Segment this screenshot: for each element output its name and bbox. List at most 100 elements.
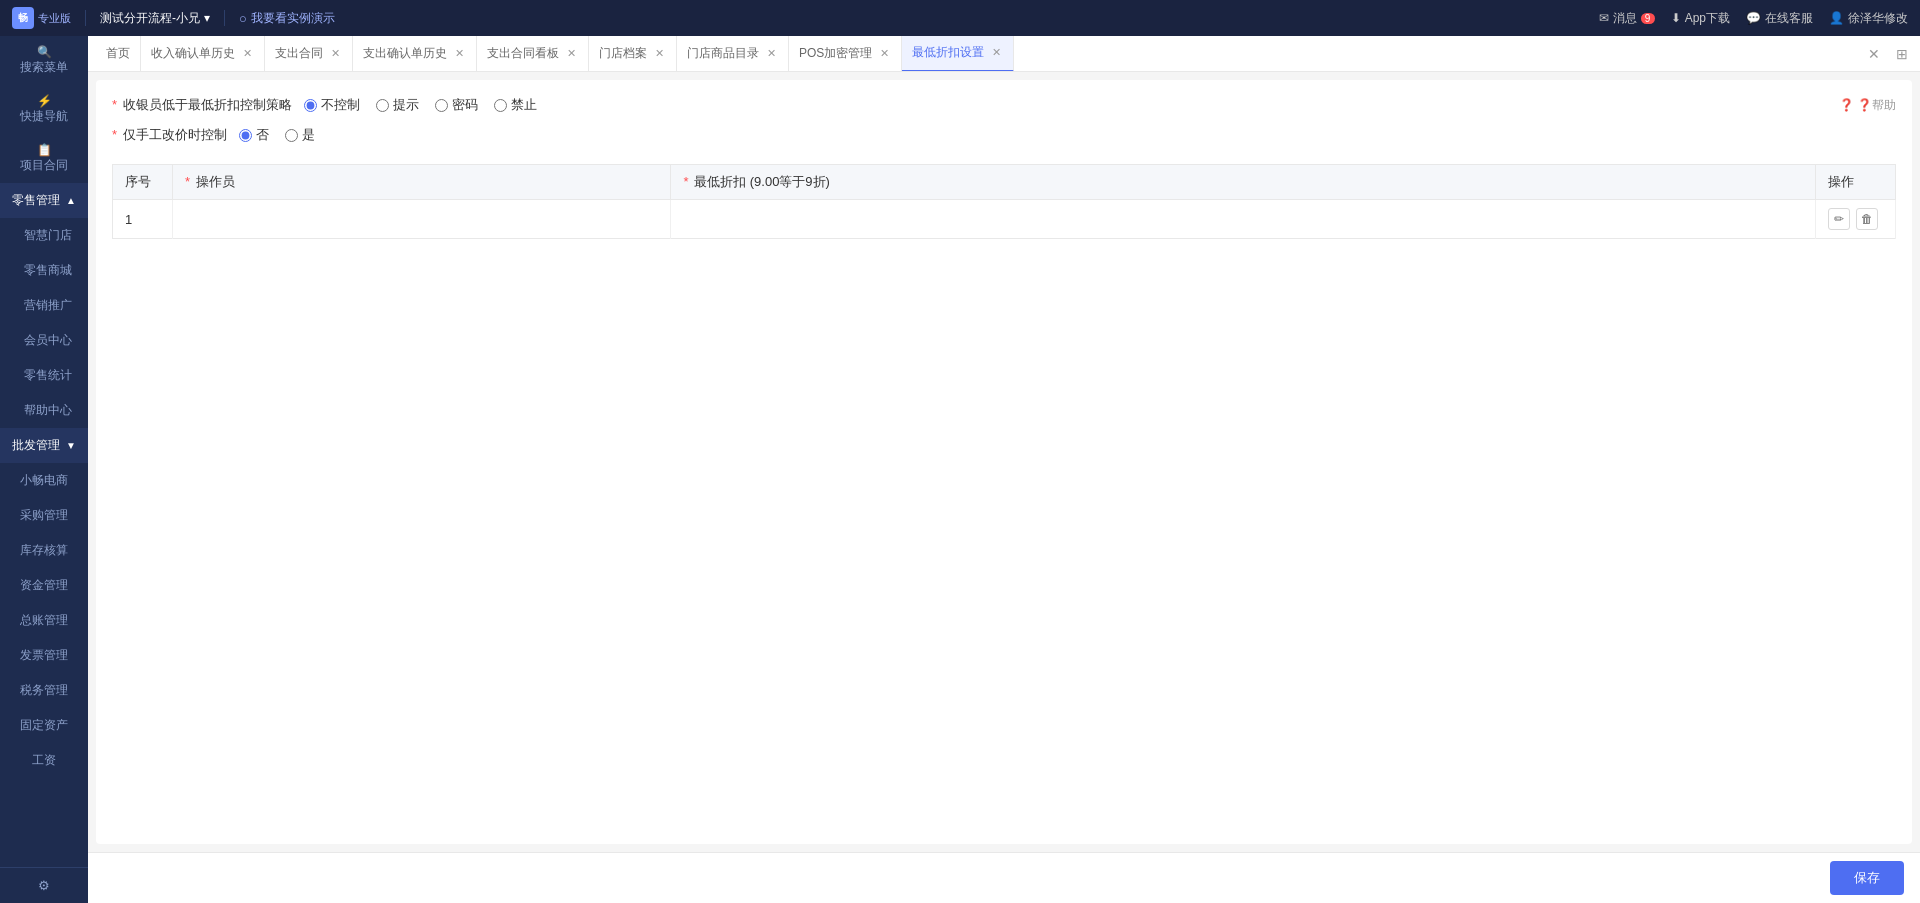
sidebar-item-project-contract[interactable]: 📋 项目合同 [0,134,88,183]
col-min-discount: * 最低折扣 (9.00等于9折) [671,165,1816,200]
strategy-radio-forbid[interactable] [494,99,507,112]
strategy-label: * 收银员低于最低折扣控制策略 [112,96,292,114]
settings-button[interactable]: ⚙ [0,868,88,903]
tab-store-catalog-close[interactable]: ✕ [765,46,778,61]
sidebar-item-marketing[interactable]: 营销推广 [0,288,88,323]
tab-income-history-label: 收入确认单历史 [151,45,235,62]
sidebar-item-batch-mgmt[interactable]: 批发管理 ▼ [0,428,88,463]
strategy-row: * 收银员低于最低折扣控制策略 不控制 提示 [112,96,1896,114]
tab-store-file[interactable]: 门店档案 ✕ [589,36,677,72]
tab-pos-manage[interactable]: POS加密管理 ✕ [789,36,902,72]
sidebar-item-member-center[interactable]: 会员中心 [0,323,88,358]
page-footer: 保存 [88,852,1920,903]
table-container: 序号 * 操作员 * 最低折扣 (9.00等于9折) [112,156,1896,239]
sidebar-item-fixed-assets[interactable]: 固定资产 [0,708,88,743]
manual-row: * 仅手工改价时控制 否 是 [112,126,1896,144]
sidebar-label-retail: 零售管理 [12,192,60,209]
tab-close-button[interactable]: ✕ [1864,44,1884,64]
tab-payment-board-label: 支出合同看板 [487,45,559,62]
tab-min-discount[interactable]: 最低折扣设置 ✕ [902,36,1014,72]
help-link[interactable]: ❓ ❓帮助 [1839,97,1896,114]
manual-option-no[interactable]: 否 [239,126,269,144]
tab-income-history[interactable]: 收入确认单历史 ✕ [141,36,265,72]
app-download-button[interactable]: ⬇ App下载 [1671,10,1730,27]
tab-store-file-label: 门店档案 [599,45,647,62]
user-profile-button[interactable]: 👤 徐泽华修改 [1829,10,1908,27]
sidebar-item-accounting[interactable]: 总账管理 [0,603,88,638]
strategy-radio-remind[interactable] [376,99,389,112]
strategy-radio-password[interactable] [435,99,448,112]
tab-payment-contract-close[interactable]: ✕ [329,46,342,61]
tab-payment-contract[interactable]: 支出合同 ✕ [265,36,353,72]
tab-income-history-close[interactable]: ✕ [241,46,254,61]
sidebar-item-inventory[interactable]: 库存核算 [0,533,88,568]
strategy-option-remind[interactable]: 提示 [376,96,419,114]
sidebar-label-marketing: 营销推广 [16,297,80,314]
sidebar-label-accounting: 总账管理 [8,612,80,629]
cell-min-discount [671,200,1816,239]
sidebar-item-finance[interactable]: 资金管理 [0,568,88,603]
logo-text: 专业版 [38,11,71,26]
sidebar-item-salary[interactable]: 工资 [0,743,88,778]
sidebar-item-quick-nav[interactable]: ⚡ 快捷导航 [0,85,88,134]
sidebar-item-retail-mall[interactable]: 零售商城 [0,253,88,288]
save-button[interactable]: 保存 [1830,861,1904,895]
strategy-password-label: 密码 [452,96,478,114]
tab-min-discount-close[interactable]: ✕ [990,45,1003,60]
quicknav-icon: ⚡ [8,94,80,108]
tab-store-file-close[interactable]: ✕ [653,46,666,61]
strategy-radio-no-control[interactable] [304,99,317,112]
sidebar-label-batch: 批发管理 [12,437,60,454]
tab-payment-board[interactable]: 支出合同看板 ✕ [477,36,589,72]
strategy-radio-group: 不控制 提示 密码 禁 [304,96,537,114]
table-body: 1 ✏ 🗑 [113,200,1896,239]
message-icon: ✉ [1599,11,1609,25]
manual-option-yes[interactable]: 是 [285,126,315,144]
strategy-option-no-control[interactable]: 不控制 [304,96,360,114]
tab-store-catalog-label: 门店商品目录 [687,45,759,62]
tab-min-discount-label: 最低折扣设置 [912,44,984,61]
tab-bar: 首页 收入确认单历史 ✕ 支出合同 ✕ 支出确认单历史 ✕ 支出合同看板 ✕ 门… [88,36,1920,72]
sidebar-label-fixed-assets: 固定资产 [8,717,80,734]
messages-badge: 9 [1641,13,1655,24]
strategy-remind-label: 提示 [393,96,419,114]
sidebar-item-help-center[interactable]: 帮助中心 [0,393,88,428]
sidebar-label-retail-mall: 零售商城 [16,262,80,279]
sidebar-item-invoice[interactable]: 发票管理 [0,638,88,673]
tab-pos-manage-label: POS加密管理 [799,45,872,62]
edit-button[interactable]: ✏ [1828,208,1850,230]
tab-payment-history-close[interactable]: ✕ [453,46,466,61]
sidebar-item-purchase-mgmt[interactable]: 采购管理 [0,498,88,533]
sidebar-item-retail-mgmt[interactable]: 零售管理 ▲ [0,183,88,218]
sidebar-item-ecommerce[interactable]: 小畅电商 [0,463,88,498]
sidebar-item-tax[interactable]: 税务管理 [0,673,88,708]
page-content: * 收银员低于最低折扣控制策略 不控制 提示 [96,80,1912,844]
tab-payment-board-close[interactable]: ✕ [565,46,578,61]
sidebar-item-smart-store[interactable]: 智慧门店 [0,218,88,253]
form-section: * 收银员低于最低折扣控制策略 不控制 提示 [112,96,1896,144]
tab-actions: ✕ ⊞ [1864,44,1912,64]
search-icon: 🔍 [8,45,80,59]
tab-home[interactable]: 首页 [96,36,141,72]
strategy-option-forbid[interactable]: 禁止 [494,96,537,114]
cell-actions: ✏ 🗑 [1816,200,1896,239]
tab-payment-history[interactable]: 支出确认单历史 ✕ [353,36,477,72]
delete-button[interactable]: 🗑 [1856,208,1878,230]
cell-seq: 1 [113,200,173,239]
messages-button[interactable]: ✉ 消息 9 [1599,10,1655,27]
strategy-option-password[interactable]: 密码 [435,96,478,114]
manual-radio-yes[interactable] [285,129,298,142]
sidebar: 🔍 搜索菜单 ⚡ 快捷导航 📋 项目合同 零售管理 ▲ 智慧门店 零售商城 营销… [0,36,88,903]
tab-store-catalog[interactable]: 门店商品目录 ✕ [677,36,789,72]
help-icon: ❓ [1839,98,1854,112]
tab-pos-manage-close[interactable]: ✕ [878,46,891,61]
sidebar-item-retail-stats[interactable]: 零售统计 [0,358,88,393]
demo-link[interactable]: ○ 我要看实例演示 [239,10,335,27]
project-selector[interactable]: 测试分开流程-小兄 ▾ [100,10,210,27]
tab-payment-history-label: 支出确认单历史 [363,45,447,62]
manual-radio-no[interactable] [239,129,252,142]
online-support-button[interactable]: 💬 在线客服 [1746,10,1813,27]
sidebar-label-quicknav: 快捷导航 [8,108,80,125]
sidebar-item-search[interactable]: 🔍 搜索菜单 [0,36,88,85]
tab-expand-button[interactable]: ⊞ [1892,44,1912,64]
